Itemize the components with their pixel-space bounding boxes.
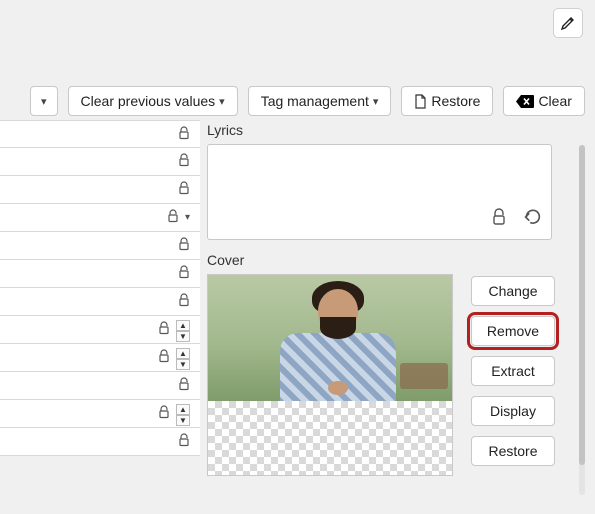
lock-icon[interactable] [178,181,190,198]
chevron-down-icon[interactable]: ▾ [185,212,190,223]
pencil-icon [560,15,576,31]
clear-label-icon [516,95,534,108]
number-stepper[interactable]: ▲▼ [176,320,190,340]
stepper-down-icon[interactable]: ▼ [176,415,190,426]
stepper-up-icon[interactable]: ▲ [176,404,190,415]
edit-button[interactable] [553,8,583,38]
cover-section-label: Cover [207,252,595,268]
field-row[interactable] [0,232,200,260]
display-label: Display [490,403,536,419]
lock-icon[interactable] [178,153,190,170]
cover-button-column: Change Remove Extract Display Restore [471,274,555,476]
field-row[interactable] [0,176,200,204]
lock-icon[interactable] [178,126,190,143]
caret-down-icon: ▾ [373,95,379,108]
lock-icon[interactable] [178,293,190,310]
right-panel: Lyrics Cover [207,122,595,514]
field-row[interactable] [0,428,200,456]
field-row[interactable] [0,372,200,400]
lock-icon[interactable] [158,321,170,338]
lyrics-textarea[interactable] [207,144,552,240]
tag-management-label: Tag management [261,93,369,109]
extract-button[interactable]: Extract [471,356,555,386]
field-row[interactable] [0,260,200,288]
lock-icon[interactable] [178,265,190,282]
scrollbar-thumb[interactable] [579,145,585,465]
change-label: Change [488,283,537,299]
caret-down-icon: ▾ [219,95,225,108]
lyrics-footer [491,206,543,233]
chevron-down-icon: ▾ [41,95,47,108]
field-row[interactable]: ▲▼ [0,344,200,372]
field-row[interactable]: ▲▼ [0,400,200,428]
stepper-up-icon[interactable]: ▲ [176,348,190,359]
lock-icon[interactable] [491,208,507,231]
number-stepper[interactable]: ▲▼ [176,348,190,368]
field-row[interactable] [0,120,200,148]
lock-icon[interactable] [167,209,179,226]
cover-image[interactable] [207,274,453,476]
cover-transparency-grid [208,401,453,476]
photo-person-beard [320,317,356,339]
document-icon [414,94,427,109]
lock-icon[interactable] [178,237,190,254]
toolbar-dropdown-1[interactable]: ▾ [30,86,58,116]
toolbar: ▾ Clear previous values ▾ Tag management… [0,84,595,118]
clear-tag-label: Clear [538,93,571,109]
restore-button[interactable]: Restore [401,86,493,116]
lock-icon[interactable] [158,405,170,422]
change-button[interactable]: Change [471,276,555,306]
display-button[interactable]: Display [471,396,555,426]
restore-cover-label: Restore [488,443,537,459]
restore-label: Restore [431,93,480,109]
field-row[interactable] [0,148,200,176]
tag-management-button[interactable]: Tag management ▾ [248,86,392,116]
clear-previous-label: Clear previous values [81,93,216,109]
lock-icon[interactable] [178,377,190,394]
field-row[interactable]: ▾ [0,204,200,232]
stepper-up-icon[interactable]: ▲ [176,320,190,331]
lock-icon[interactable] [158,349,170,366]
photo-bench [400,363,448,389]
photo-person-hands [328,381,348,395]
clear-previous-button[interactable]: Clear previous values ▾ [68,86,238,116]
number-stepper[interactable]: ▲▼ [176,404,190,424]
lock-icon[interactable] [178,433,190,450]
app-window: ▾ Clear previous values ▾ Tag management… [0,0,595,514]
cover-area: Change Remove Extract Display Restore [207,274,595,476]
vertical-scrollbar[interactable] [579,145,585,495]
remove-button[interactable]: Remove [471,316,555,346]
field-column: ▾▲▼▲▼▲▼ [0,120,200,456]
undo-icon[interactable] [521,206,543,233]
stepper-down-icon[interactable]: ▼ [176,331,190,342]
restore-cover-button[interactable]: Restore [471,436,555,466]
extract-label: Extract [491,363,535,379]
remove-label: Remove [487,323,539,339]
field-row[interactable] [0,288,200,316]
field-row[interactable]: ▲▼ [0,316,200,344]
clear-button[interactable]: Clear [503,86,584,116]
stepper-down-icon[interactable]: ▼ [176,359,190,370]
lyrics-section-label: Lyrics [207,122,595,138]
cover-photo [208,275,453,401]
